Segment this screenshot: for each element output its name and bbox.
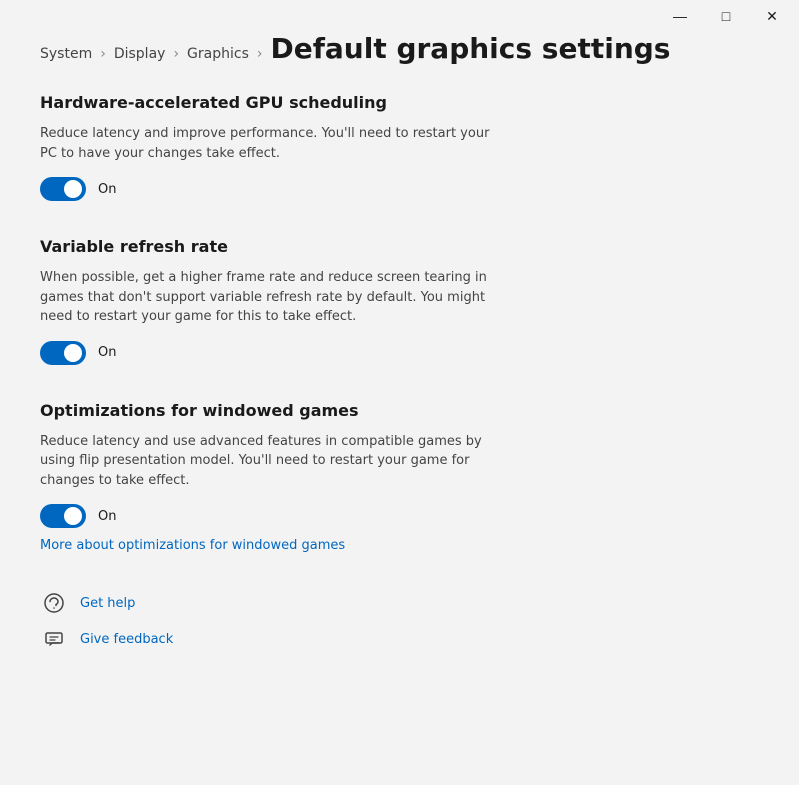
- windowed-games-toggle-thumb: [64, 507, 82, 525]
- title-bar: — □ ✕: [0, 0, 799, 32]
- variable-refresh-toggle-row: On: [40, 341, 759, 365]
- gpu-scheduling-desc: Reduce latency and improve performance. …: [40, 124, 500, 163]
- page-title: Default graphics settings: [270, 32, 670, 65]
- give-feedback-icon: [40, 625, 68, 653]
- gpu-scheduling-toggle-label: On: [98, 182, 116, 197]
- page-content: System › Display › Graphics › Default gr…: [0, 32, 799, 785]
- minimize-button[interactable]: —: [657, 0, 703, 32]
- breadcrumb-system[interactable]: System: [40, 46, 92, 62]
- window: — □ ✕ System › Display › Graphics › Defa…: [0, 0, 799, 785]
- windowed-games-toggle[interactable]: [40, 504, 86, 528]
- breadcrumb-graphics[interactable]: Graphics: [187, 46, 249, 62]
- gpu-scheduling-title: Hardware-accelerated GPU scheduling: [40, 93, 759, 112]
- gpu-scheduling-toggle-track: [40, 177, 86, 201]
- gpu-scheduling-section: Hardware-accelerated GPU scheduling Redu…: [40, 93, 759, 201]
- windowed-games-toggle-track: [40, 504, 86, 528]
- variable-refresh-toggle-track: [40, 341, 86, 365]
- gpu-scheduling-toggle-row: On: [40, 177, 759, 201]
- get-help-item[interactable]: Get help: [40, 589, 759, 617]
- give-feedback-link[interactable]: Give feedback: [80, 632, 173, 647]
- get-help-icon: [40, 589, 68, 617]
- breadcrumb-sep-2: ›: [173, 46, 179, 62]
- variable-refresh-toggle-thumb: [64, 344, 82, 362]
- windowed-games-title: Optimizations for windowed games: [40, 401, 759, 420]
- variable-refresh-title: Variable refresh rate: [40, 237, 759, 256]
- gpu-scheduling-toggle-thumb: [64, 180, 82, 198]
- breadcrumb-sep-1: ›: [100, 46, 106, 62]
- variable-refresh-toggle-label: On: [98, 345, 116, 360]
- close-button[interactable]: ✕: [749, 0, 795, 32]
- windowed-games-desc: Reduce latency and use advanced features…: [40, 432, 500, 491]
- windowed-games-link[interactable]: More about optimizations for windowed ga…: [40, 538, 345, 553]
- gpu-scheduling-toggle[interactable]: [40, 177, 86, 201]
- windowed-games-section: Optimizations for windowed games Reduce …: [40, 401, 759, 554]
- get-help-link[interactable]: Get help: [80, 596, 135, 611]
- maximize-button[interactable]: □: [703, 0, 749, 32]
- give-feedback-item[interactable]: Give feedback: [40, 625, 759, 653]
- variable-refresh-toggle[interactable]: [40, 341, 86, 365]
- breadcrumb-sep-3: ›: [257, 46, 263, 62]
- windowed-games-toggle-label: On: [98, 509, 116, 524]
- windowed-games-toggle-row: On: [40, 504, 759, 528]
- breadcrumb: System › Display › Graphics › Default gr…: [40, 32, 759, 65]
- variable-refresh-desc: When possible, get a higher frame rate a…: [40, 268, 500, 327]
- variable-refresh-section: Variable refresh rate When possible, get…: [40, 237, 759, 365]
- breadcrumb-display[interactable]: Display: [114, 46, 166, 62]
- help-section: Get help Give feedback: [40, 589, 759, 653]
